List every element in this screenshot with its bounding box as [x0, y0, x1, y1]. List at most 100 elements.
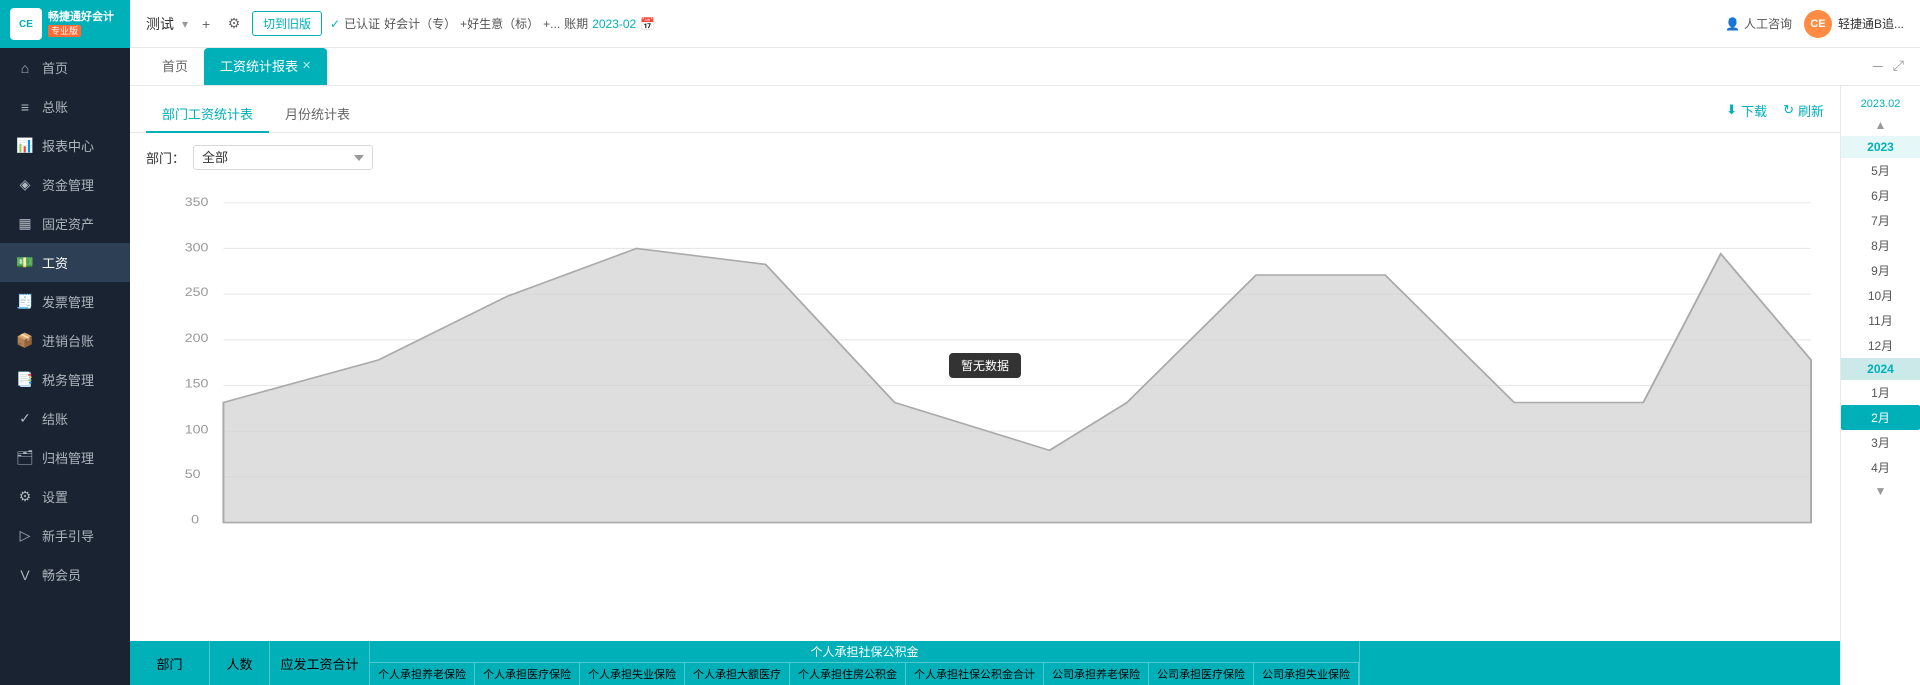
month-6[interactable]: 6月 [1841, 183, 1920, 208]
sidebar-item-invoice[interactable]: 🧾 发票管理 [0, 282, 130, 321]
col-company-medical: 公司承担医疗保险 [1149, 663, 1254, 685]
subtab-bar: 部门工资统计表 月份统计表 ⬇ 下载 ↻ 刷新 [130, 86, 1840, 133]
archive-icon: 🗂 [16, 449, 34, 466]
help-icon: 👤 [1725, 17, 1740, 31]
tab-salary-report[interactable]: 工资统计报表 ✕ [204, 48, 327, 85]
username[interactable]: 轻捷通B追... [1838, 15, 1904, 32]
period-value: 2023-02 [592, 17, 636, 31]
year-2024-label: 2024 [1841, 358, 1920, 380]
svg-text:100: 100 [185, 423, 209, 436]
close-account-icon: ✓ [16, 410, 34, 427]
sidebar-item-reports[interactable]: 📊 报表中心 [0, 126, 130, 165]
help-button[interactable]: 👤 人工咨询 [1725, 15, 1792, 32]
sidebar-item-funds[interactable]: ◈ 资金管理 [0, 165, 130, 204]
month-3[interactable]: 3月 [1841, 430, 1920, 455]
dept-select[interactable]: 全部 部门1 部门2 [193, 145, 373, 170]
svg-text:250: 250 [185, 285, 209, 298]
month-4[interactable]: 4月 [1841, 455, 1920, 480]
project-dropdown-icon[interactable]: ▾ [182, 17, 188, 31]
business-status: +好生意（标） [460, 15, 539, 32]
good-account-status: 好会计（专） [384, 15, 456, 32]
month-5[interactable]: 5月 [1841, 158, 1920, 183]
home-icon: ⌂ [16, 60, 34, 76]
subtab-month[interactable]: 月份统计表 [269, 96, 366, 133]
month-12[interactable]: 12月 [1841, 333, 1920, 358]
sidebar-item-member[interactable]: V 畅会员 [0, 555, 130, 594]
tab-home[interactable]: 首页 [146, 48, 204, 85]
minimize-icon[interactable]: － [1871, 57, 1885, 77]
sidebar-item-home[interactable]: ⌂ 首页 [0, 48, 130, 87]
settings-btn[interactable]: ⚙ [224, 14, 244, 34]
col-personal-pension: 个人承担养老保险 [370, 663, 475, 685]
current-date-label: 2023.02 [1861, 98, 1901, 110]
switch-version-button[interactable]: 切到旧版 [252, 11, 322, 36]
sidebar-item-close[interactable]: ✓ 结账 [0, 399, 130, 438]
add-button[interactable]: + [196, 14, 216, 34]
month-9[interactable]: 9月 [1841, 258, 1920, 283]
subtab-actions: ⬇ 下载 ↻ 刷新 [1726, 101, 1824, 128]
calendar-icon[interactable]: 📅 [640, 17, 655, 31]
col-total-salary: 应发工资合计 [270, 641, 370, 685]
subtab-dept[interactable]: 部门工资统计表 [146, 96, 269, 133]
month-11[interactable]: 11月 [1841, 308, 1920, 333]
col-company-unemploy: 公司承担失业保险 [1254, 663, 1359, 685]
funds-icon: ◈ [16, 176, 34, 193]
assets-icon: ▦ [16, 215, 34, 232]
certified-check-icon: ✓ [330, 17, 340, 31]
panel-up-arrow[interactable]: ▲ [1871, 114, 1891, 136]
invoice-icon: 🧾 [16, 293, 34, 310]
logo-icon: CE [10, 8, 42, 40]
col-company-pension: 公司承担养老保险 [1044, 663, 1149, 685]
download-button[interactable]: ⬇ 下载 [1726, 101, 1767, 120]
sales-icon: 📦 [16, 332, 34, 349]
date-display: 2023.02 [1841, 94, 1920, 114]
sidebar-item-ledger[interactable]: ≡ 总账 [0, 87, 130, 126]
group-personal-insurance: 个人承担社保公积金 个人承担养老保险 个人承担医疗保险 个人承担失业保险 个人承… [370, 641, 1360, 685]
sidebar-item-tax[interactable]: 📑 税务管理 [0, 360, 130, 399]
month-1[interactable]: 1月 [1841, 380, 1920, 405]
col-count: 人数 [210, 641, 270, 685]
year-2023-label: 2023 [1841, 136, 1920, 158]
project-title: 测试 [146, 14, 174, 34]
tabbar: 首页 工资统计报表 ✕ － ⤢ [130, 48, 1920, 86]
topbar: 测试 ▾ + ⚙ 切到旧版 ✓ 已认证 好会计（专） +好生意（标） +... … [130, 0, 1920, 48]
sidebar-item-archive[interactable]: 🗂 归档管理 [0, 438, 130, 477]
salary-icon: 💵 [16, 254, 34, 271]
group-header: 个人承担社保公积金 [370, 641, 1359, 663]
refresh-icon: ↻ [1783, 102, 1794, 118]
col-personal-major-medical: 个人承担大额医疗 [685, 663, 790, 685]
user-avatar: CE [1804, 10, 1832, 38]
col-personal-housing: 个人承担住房公积金 [790, 663, 906, 685]
month-8[interactable]: 8月 [1841, 233, 1920, 258]
filter-bar: 部门： 全部 部门1 部门2 [130, 133, 1840, 182]
svg-text:150: 150 [185, 377, 209, 390]
tab-close-icon[interactable]: ✕ [302, 59, 311, 72]
sidebar-item-salary[interactable]: 💵 工资 [0, 243, 130, 282]
svg-text:0: 0 [191, 513, 199, 526]
reports-icon: 📊 [16, 137, 34, 154]
month-10[interactable]: 10月 [1841, 283, 1920, 308]
refresh-button[interactable]: ↻ 刷新 [1783, 101, 1824, 120]
logo-text: 畅捷通好会计 专业版 [48, 10, 114, 39]
content: 部门工资统计表 月份统计表 ⬇ 下载 ↻ 刷新 [130, 86, 1920, 685]
guide-icon: ▷ [16, 527, 34, 544]
topbar-right: 👤 人工咨询 CE 轻捷通B追... [1725, 10, 1904, 38]
maximize-icon[interactable]: ⤢ [1893, 57, 1904, 77]
user-area: CE 轻捷通B追... [1804, 10, 1904, 38]
chart-area: 350 300 250 200 150 100 50 0 [130, 182, 1840, 641]
col-personal-unemploy: 个人承担失业保险 [580, 663, 685, 685]
svg-text:50: 50 [185, 467, 201, 480]
window-controls: － ⤢ [1871, 57, 1904, 77]
download-icon: ⬇ [1726, 102, 1737, 118]
panel-down-arrow[interactable]: ▼ [1871, 480, 1891, 502]
sidebar-item-assets[interactable]: ▦ 固定资产 [0, 204, 130, 243]
more-status: +... [543, 17, 560, 31]
month-7[interactable]: 7月 [1841, 208, 1920, 233]
month-2[interactable]: 2月 [1841, 405, 1920, 430]
sidebar-item-settings[interactable]: ⚙ 设置 [0, 477, 130, 516]
sidebar: CE 畅捷通好会计 专业版 ⌂ 首页 ≡ 总账 📊 报表中心 ◈ 资金管理 ▦ … [0, 0, 130, 685]
chart-tooltip: 暂无数据 [949, 353, 1021, 378]
sidebar-item-sales[interactable]: 📦 进销台账 [0, 321, 130, 360]
certified-status: 已认证 [344, 15, 380, 32]
sidebar-item-guide[interactable]: ▷ 新手引导 [0, 516, 130, 555]
